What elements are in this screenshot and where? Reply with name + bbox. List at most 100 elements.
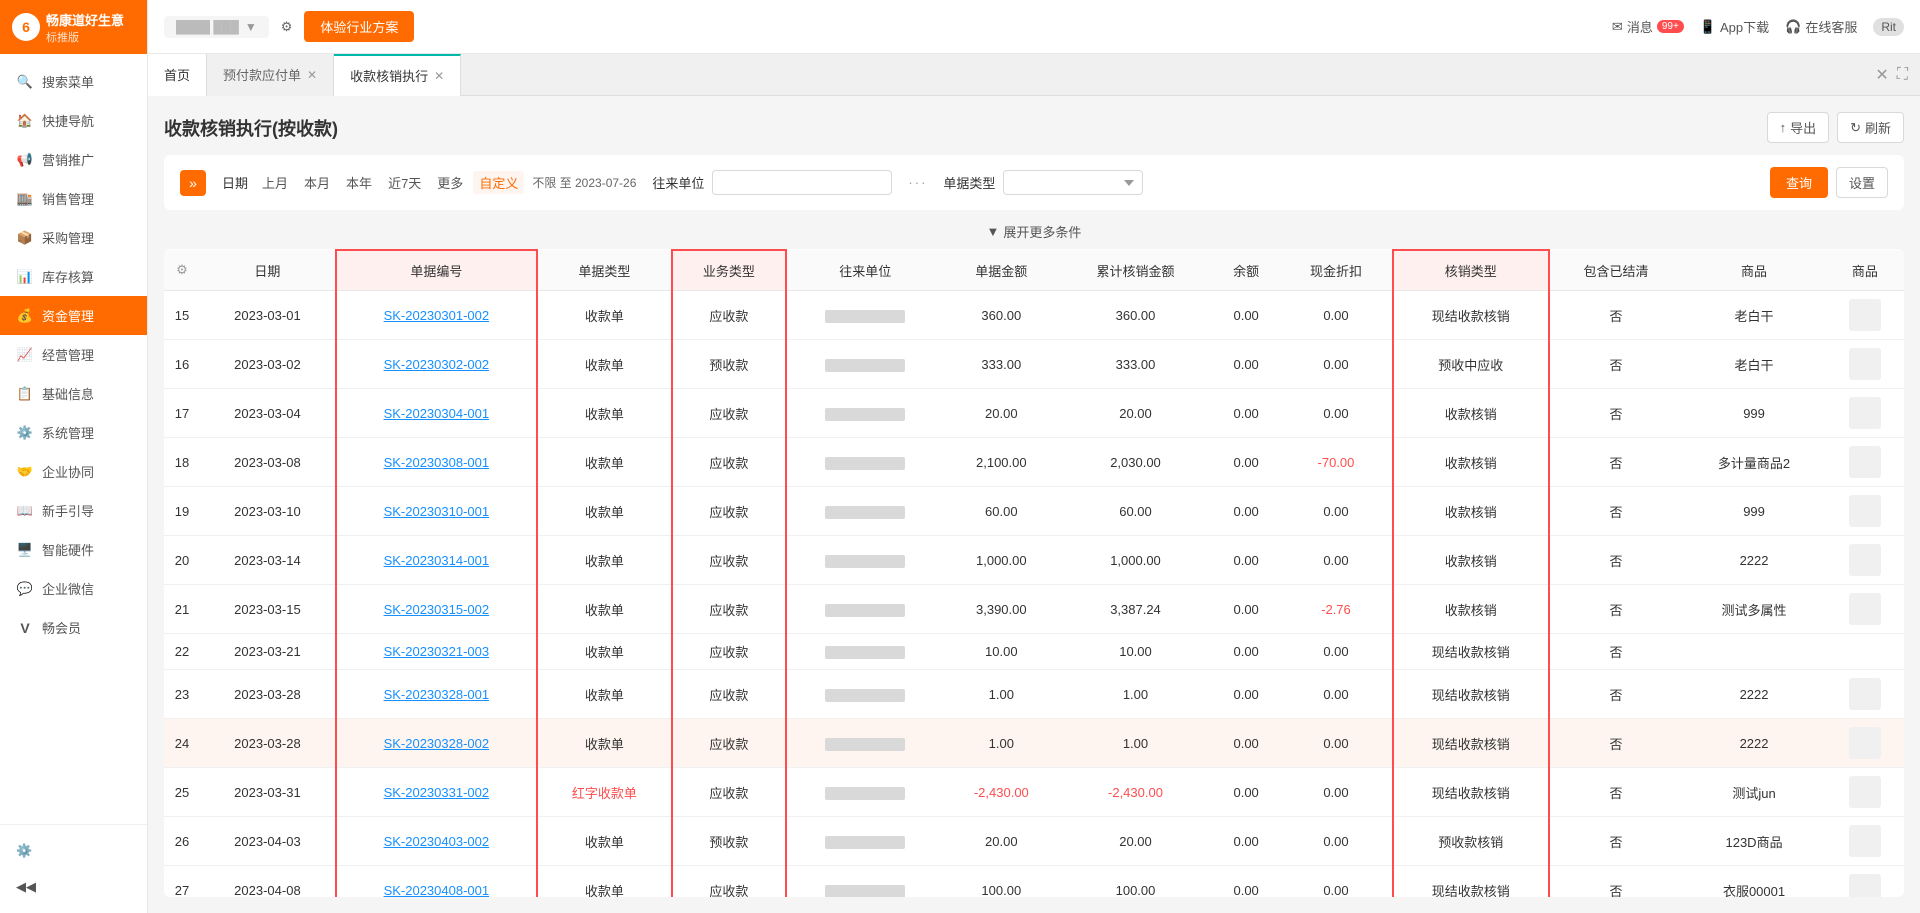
doc-link[interactable]: SK-20230331-002: [384, 785, 490, 800]
search-menu-icon: 🔍: [16, 73, 34, 91]
cell-doc-no[interactable]: SK-20230304-001: [336, 389, 537, 438]
doc-link[interactable]: SK-20230408-001: [384, 883, 490, 898]
more-dates-button[interactable]: 更多: [431, 171, 469, 194]
user-avatar[interactable]: Rit: [1873, 18, 1904, 36]
this-month-button[interactable]: 本月: [298, 171, 336, 194]
sidebar-item-marketing[interactable]: 📢 营销推广: [0, 140, 147, 179]
cell-goods: 老白干: [1682, 291, 1826, 340]
tab-expand-icon[interactable]: ⛶: [1897, 66, 1908, 84]
doc-link[interactable]: SK-20230301-002: [384, 308, 490, 323]
sidebar-collapse-icon: ◀◀: [16, 879, 36, 895]
refresh-button[interactable]: ↻ 刷新: [1837, 112, 1904, 143]
filter-settings-button[interactable]: 设置: [1836, 167, 1888, 198]
cell-included: 否: [1549, 487, 1682, 536]
cell-doc-no[interactable]: SK-20230315-002: [336, 585, 537, 634]
cell-no: 20: [164, 536, 200, 585]
cell-doc-type: 收款单: [537, 817, 672, 866]
sidebar-item-guide[interactable]: 📖 新手引导: [0, 491, 147, 530]
doc-link[interactable]: SK-20230304-001: [384, 406, 490, 421]
tab-close-all-icon[interactable]: ✕: [1875, 65, 1888, 85]
last-7days-button[interactable]: 近7天: [382, 171, 427, 194]
brand-selector[interactable]: ████ ███ ▼: [164, 16, 269, 38]
table-row: 17 2023-03-04 SK-20230304-001 收款单 应收款 20…: [164, 389, 1904, 438]
sidebar-item-system[interactable]: ⚙️ 系统管理: [0, 413, 147, 452]
cell-doc-no[interactable]: SK-20230403-002: [336, 817, 537, 866]
doc-link[interactable]: SK-20230328-002: [384, 736, 490, 751]
tab-prepay[interactable]: 预付款应付单 ✕: [207, 54, 334, 96]
tab-receipt[interactable]: 收款核销执行 ✕: [334, 54, 461, 96]
this-year-button[interactable]: 本年: [340, 171, 378, 194]
cell-doc-no[interactable]: SK-20230310-001: [336, 487, 537, 536]
sidebar-collapse-item[interactable]: ◀◀: [0, 869, 147, 905]
cell-doc-no[interactable]: SK-20230308-001: [336, 438, 537, 487]
filter-bar: » 日期 上月 本月 本年 近7天 更多 自定义 不限 至 2023-07-26…: [164, 155, 1904, 210]
cell-doc-no[interactable]: SK-20230331-002: [336, 768, 537, 817]
cell-no: 25: [164, 768, 200, 817]
cell-included: 否: [1549, 585, 1682, 634]
col-gear[interactable]: ⚙: [164, 250, 200, 291]
date-label: 日期: [222, 173, 248, 192]
table-row: 15 2023-03-01 SK-20230301-002 收款单 应收款 36…: [164, 291, 1904, 340]
cell-doc-no[interactable]: SK-20230302-002: [336, 340, 537, 389]
app-download-button[interactable]: 📱 App下载: [1700, 17, 1769, 36]
cell-balance: 0.00: [1212, 536, 1280, 585]
cell-doc-no[interactable]: SK-20230328-001: [336, 670, 537, 719]
sidebar-item-sales[interactable]: 🏬 销售管理: [0, 179, 147, 218]
custom-date-button[interactable]: 自定义: [473, 171, 524, 194]
tab-home[interactable]: 首页: [148, 54, 207, 96]
last-month-button[interactable]: 上月: [256, 171, 294, 194]
cell-doc-no[interactable]: SK-20230328-002: [336, 719, 537, 768]
export-button[interactable]: ↑ 导出: [1767, 112, 1830, 143]
online-service-button[interactable]: 🎧 在线客服: [1785, 17, 1857, 36]
date-quick-buttons: 上月 本月 本年 近7天 更多 自定义: [256, 171, 524, 194]
sidebar-item-search[interactable]: 🔍 搜索菜单: [0, 62, 147, 101]
cell-doc-no[interactable]: SK-20230314-001: [336, 536, 537, 585]
doc-link[interactable]: SK-20230308-001: [384, 455, 490, 470]
sidebar-item-basic[interactable]: 📋 基础信息: [0, 374, 147, 413]
tab-prepay-close-icon[interactable]: ✕: [307, 68, 317, 82]
doc-link[interactable]: SK-20230310-001: [384, 504, 490, 519]
table-row: 22 2023-03-21 SK-20230321-003 收款单 应收款 10…: [164, 634, 1904, 670]
cell-accumulated: 3,387.24: [1059, 585, 1212, 634]
filter-toggle-button[interactable]: »: [180, 170, 206, 196]
doc-link[interactable]: SK-20230315-002: [384, 602, 490, 617]
message-button[interactable]: ✉ 消息 99+: [1612, 17, 1684, 36]
cell-cash-discount: -2.76: [1280, 585, 1392, 634]
doc-link[interactable]: SK-20230328-001: [384, 687, 490, 702]
cell-doc-no[interactable]: SK-20230408-001: [336, 866, 537, 898]
sidebar-item-inventory[interactable]: 📊 库存核算: [0, 257, 147, 296]
cell-goods-thumb: [1826, 536, 1904, 585]
cell-counterparty: [786, 768, 944, 817]
doc-link[interactable]: SK-20230403-002: [384, 834, 490, 849]
cell-balance: 0.00: [1212, 487, 1280, 536]
expand-more-button[interactable]: ▼ 展开更多条件: [987, 222, 1082, 241]
refresh-icon: ↻: [1850, 120, 1861, 136]
solution-button[interactable]: 体验行业方案: [304, 11, 414, 42]
sidebar-item-finance[interactable]: 💰 资金管理: [0, 296, 147, 335]
cell-balance: 0.00: [1212, 866, 1280, 898]
sidebar-item-wechat[interactable]: 💬 企业微信: [0, 569, 147, 608]
cell-amount: 2,100.00: [944, 438, 1059, 487]
query-button[interactable]: 查询: [1770, 167, 1828, 198]
sidebar-settings-item[interactable]: ⚙️: [0, 833, 147, 869]
cell-goods-thumb: [1826, 340, 1904, 389]
sidebar-item-member[interactable]: V 畅会员: [0, 608, 147, 647]
doc-link[interactable]: SK-20230321-003: [384, 644, 490, 659]
sidebar-item-enterprise[interactable]: 🤝 企业协同: [0, 452, 147, 491]
cell-biz-type: 应收款: [672, 536, 786, 585]
sidebar-item-quick[interactable]: 🏠 快捷导航: [0, 101, 147, 140]
cell-no: 26: [164, 817, 200, 866]
doc-link[interactable]: SK-20230302-002: [384, 357, 490, 372]
cell-doc-no[interactable]: SK-20230321-003: [336, 634, 537, 670]
cell-doc-no[interactable]: SK-20230301-002: [336, 291, 537, 340]
cell-goods-thumb: [1826, 670, 1904, 719]
counterparty-input[interactable]: [712, 170, 892, 195]
gear-icon[interactable]: ⚙: [281, 19, 293, 35]
cell-counterparty: [786, 536, 944, 585]
doc-link[interactable]: SK-20230314-001: [384, 553, 490, 568]
voucher-type-select[interactable]: 收款单 红字收款单: [1003, 170, 1143, 195]
tab-receipt-close-icon[interactable]: ✕: [434, 69, 444, 83]
sidebar-item-hardware[interactable]: 🖥️ 智能硬件: [0, 530, 147, 569]
sidebar-item-purchase[interactable]: 📦 采购管理: [0, 218, 147, 257]
sidebar-item-operation[interactable]: 📈 经营管理: [0, 335, 147, 374]
